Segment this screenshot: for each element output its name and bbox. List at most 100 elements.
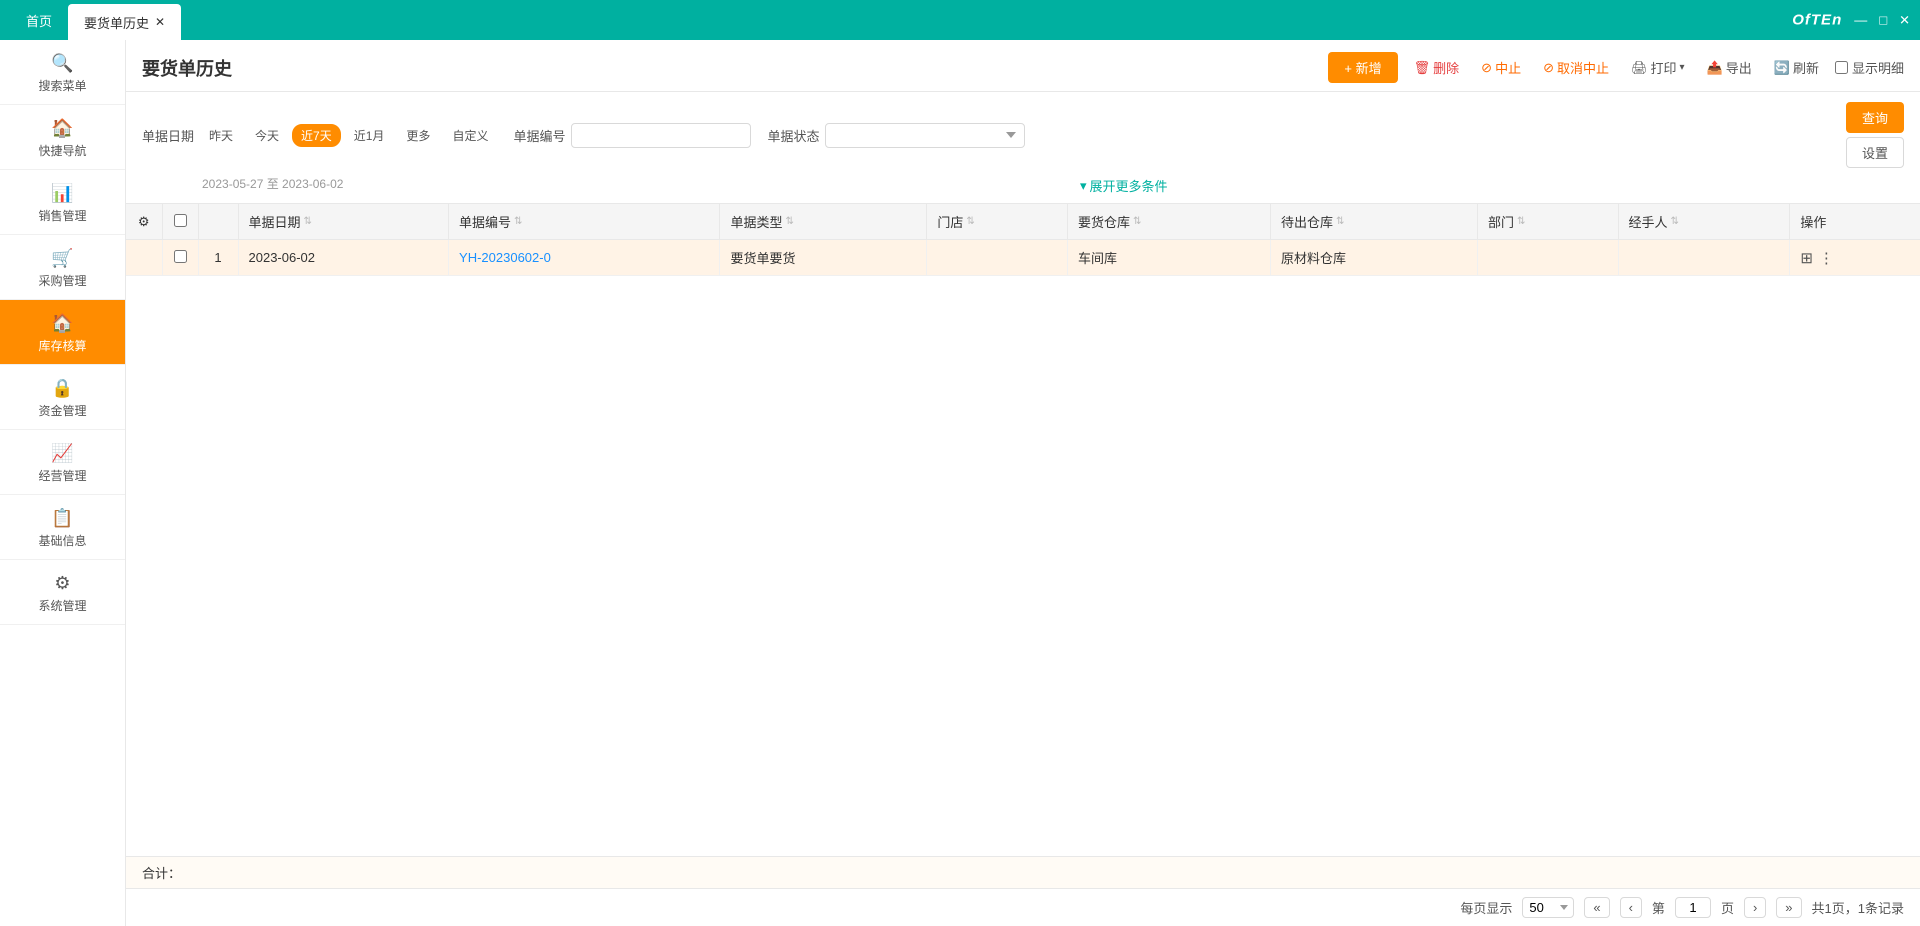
refresh-button[interactable]: 🔄 刷新: [1768, 54, 1825, 81]
first-page-btn[interactable]: «: [1584, 897, 1609, 918]
tab-requisition-history[interactable]: 要货单历史 ✕: [68, 4, 181, 40]
more-op-btn[interactable]: ⋮: [1819, 249, 1834, 267]
stop-label: 中止: [1495, 58, 1521, 77]
filter-action-buttons: 查询 设置: [1846, 102, 1904, 168]
sort-doc-type-icon: ⇅: [785, 216, 793, 227]
view-op-btn[interactable]: ⊞: [1800, 249, 1813, 267]
last-page-btn[interactable]: »: [1776, 897, 1801, 918]
th-dept[interactable]: 部门 ⇅: [1478, 204, 1619, 240]
sidebar: 🔍 搜索菜单 🏠 快捷导航 📊 销售管理 🛒 采购管理 🏠 库存核算 🔒 资金管…: [0, 40, 126, 926]
th-doc-date-label: 单据日期: [249, 212, 301, 231]
date-btn-last1month[interactable]: 近1月: [345, 124, 394, 147]
sidebar-item-purchase-mgmt-label: 采购管理: [38, 272, 86, 289]
table-row[interactable]: 1 2023-06-02 YH-20230602-0 要货单要货: [126, 240, 1920, 276]
sidebar-item-search-menu[interactable]: 🔍 搜索菜单: [0, 40, 125, 105]
print-label: 打印: [1651, 58, 1677, 77]
sidebar-item-inventory-settle-label: 库存核算: [38, 337, 86, 354]
show-detail-checkbox[interactable]: [1835, 61, 1848, 74]
cancel-stop-label: 取消中止: [1557, 58, 1609, 77]
sidebar-item-quick-nav[interactable]: 🏠 快捷导航: [0, 105, 125, 170]
td-checkbox[interactable]: [162, 240, 198, 276]
sidebar-item-finance-mgmt[interactable]: 🔒 资金管理: [0, 365, 125, 430]
gear-icon: ⚙: [54, 574, 70, 592]
settings-button[interactable]: 设置: [1846, 137, 1904, 168]
sidebar-item-sales-mgmt-label: 销售管理: [38, 207, 86, 224]
date-btn-last7days[interactable]: 近7天: [292, 124, 341, 147]
expand-icon: ▾: [1080, 178, 1087, 194]
sidebar-item-ops-mgmt[interactable]: 📈 经营管理: [0, 430, 125, 495]
th-doc-type[interactable]: 单据类型 ⇅: [720, 204, 927, 240]
select-all-checkbox[interactable]: [174, 214, 187, 227]
sidebar-item-system-mgmt[interactable]: ⚙ 系统管理: [0, 560, 125, 625]
stop-button[interactable]: ⊘ 中止: [1475, 54, 1527, 81]
status-label: 单据状态: [767, 126, 819, 145]
status-filter-group: 单据状态: [767, 123, 1025, 148]
th-req-warehouse[interactable]: 要货仓库 ⇅: [1067, 204, 1270, 240]
doc-no-link[interactable]: YH-20230602-0: [459, 250, 551, 265]
date-btn-yesterday[interactable]: 昨天: [200, 124, 242, 147]
maximize-button[interactable]: □: [1879, 13, 1887, 28]
expand-more-btn[interactable]: ▾ 展开更多条件: [1080, 176, 1168, 195]
logo-text: OfTEn: [1792, 12, 1842, 29]
date-range-label: 单据日期: [142, 126, 194, 145]
th-doc-date[interactable]: 单据日期 ⇅: [238, 204, 449, 240]
sidebar-item-purchase-mgmt[interactable]: 🛒 采购管理: [0, 235, 125, 300]
th-checkbox[interactable]: [162, 204, 198, 240]
column-settings-icon[interactable]: ⚙: [138, 214, 150, 229]
lock-icon: 🔒: [51, 379, 73, 397]
th-doc-no[interactable]: 单据编号 ⇅: [449, 204, 720, 240]
sidebar-item-inventory-settle[interactable]: 🏠 库存核算: [0, 300, 125, 365]
add-button[interactable]: + 新增: [1328, 52, 1397, 83]
th-handler[interactable]: 经手人 ⇅: [1618, 204, 1790, 240]
row-checkbox[interactable]: [174, 250, 187, 263]
export-label: 导出: [1726, 58, 1752, 77]
show-detail-label: 显示明细: [1852, 58, 1904, 77]
tab-home[interactable]: 首页: [10, 0, 68, 40]
top-bar-right: OfTEn — □ ✕: [1792, 12, 1910, 29]
delete-button[interactable]: 🗑 删除: [1408, 54, 1466, 81]
th-settings[interactable]: ⚙: [126, 204, 162, 240]
page-size-label: 每页显示: [1460, 898, 1512, 917]
th-store[interactable]: 门店 ⇅: [927, 204, 1068, 240]
th-pending-warehouse[interactable]: 待出仓库 ⇅: [1271, 204, 1478, 240]
date-range-buttons: 昨天 今天 近7天 近1月 更多 自定义: [200, 124, 497, 147]
tab-close-icon[interactable]: ✕: [155, 15, 165, 29]
query-button[interactable]: 查询: [1846, 102, 1904, 133]
page-number-input[interactable]: [1675, 897, 1711, 918]
td-doc-no[interactable]: YH-20230602-0: [449, 240, 720, 276]
th-store-label: 门店: [937, 212, 963, 231]
req-warehouse-value: 车间库: [1078, 251, 1117, 266]
next-page-btn[interactable]: ›: [1744, 897, 1766, 918]
close-button[interactable]: ✕: [1899, 12, 1910, 28]
date-btn-today[interactable]: 今天: [246, 124, 288, 147]
doc-no-input[interactable]: [571, 123, 751, 148]
refresh-label: 刷新: [1793, 58, 1819, 77]
show-detail-checkbox-group[interactable]: 显示明细: [1835, 58, 1904, 77]
th-rownum: [198, 204, 238, 240]
date-btn-more[interactable]: 更多: [397, 124, 439, 147]
sidebar-item-sales-mgmt[interactable]: 📊 销售管理: [0, 170, 125, 235]
date-btn-custom[interactable]: 自定义: [443, 124, 497, 147]
print-button[interactable]: 🖨 打印 ▾: [1625, 54, 1691, 81]
cancel-stop-button[interactable]: ⊘ 取消中止: [1537, 54, 1615, 81]
table-footer: 合计：: [126, 856, 1920, 888]
row-num-value: 1: [214, 250, 221, 265]
th-doc-type-label: 单据类型: [730, 212, 782, 231]
filter-row-1: 单据日期 昨天 今天 近7天 近1月 更多 自定义 单据编号: [142, 102, 1904, 168]
top-bar-tabs: 首页 要货单历史 ✕: [10, 0, 181, 40]
status-select[interactable]: [825, 123, 1025, 148]
td-doc-date: 2023-06-02: [238, 240, 449, 276]
page-size-select[interactable]: 10 20 50 100: [1522, 897, 1574, 918]
th-operation: 操作: [1790, 204, 1920, 240]
sort-dept-icon: ⇅: [1517, 216, 1525, 227]
inventory-icon: 🏠: [51, 314, 73, 332]
home-icon: 🏠: [51, 119, 73, 137]
filter-extra-row: 2023-05-27 至 2023-06-02 ▾ 展开更多条件: [142, 170, 1904, 195]
minimize-button[interactable]: —: [1854, 13, 1867, 28]
prev-page-btn[interactable]: ‹: [1620, 897, 1642, 918]
sidebar-item-basic-info[interactable]: 📋 基础信息: [0, 495, 125, 560]
table-container: ⚙ 单据日期 ⇅: [126, 204, 1920, 856]
operation-cell: ⊞ ⋮: [1800, 249, 1910, 267]
export-button[interactable]: 📤 导出: [1701, 54, 1758, 81]
table-header-row: ⚙ 单据日期 ⇅: [126, 204, 1920, 240]
